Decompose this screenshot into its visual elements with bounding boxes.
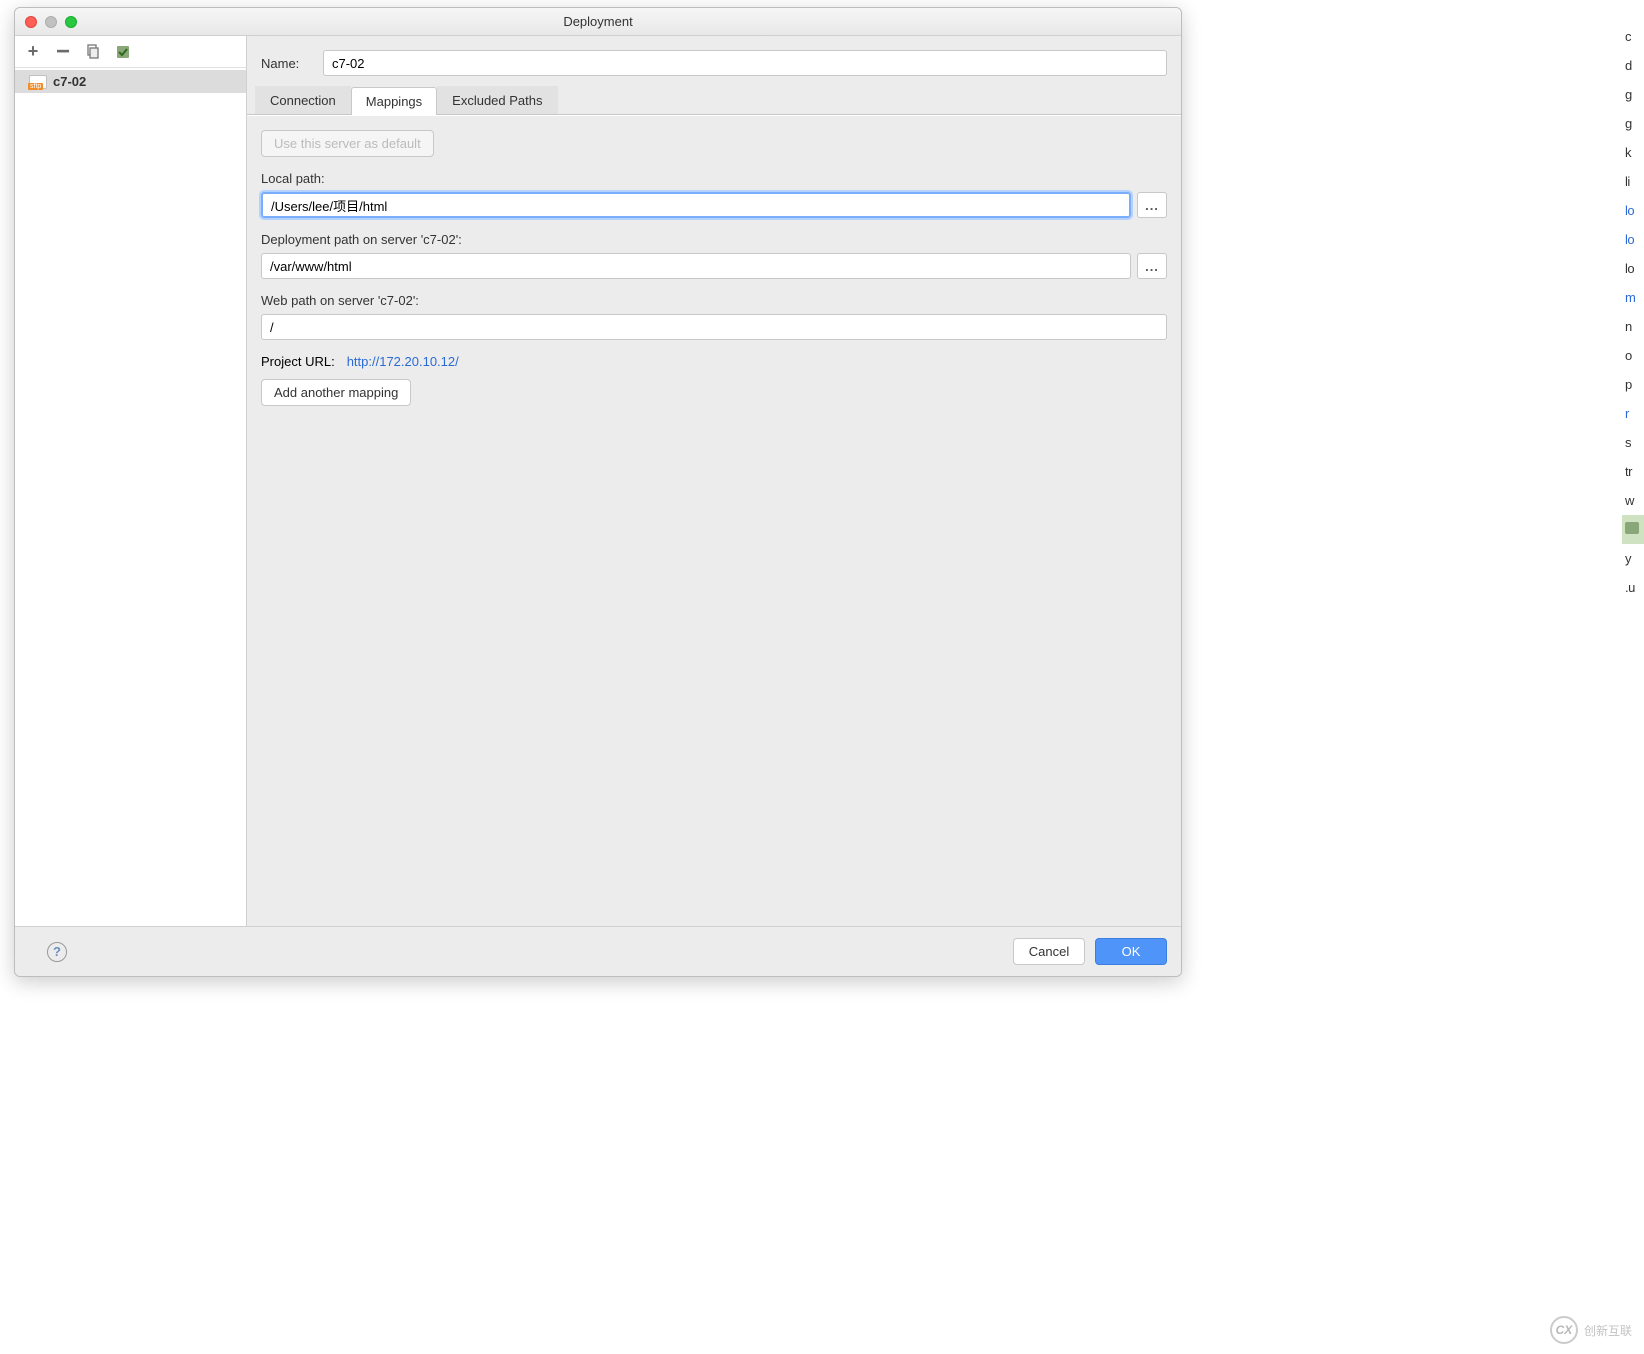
tab-excluded-paths[interactable]: Excluded Paths: [437, 86, 557, 114]
sidebar: + − c7-02: [15, 36, 247, 926]
sftp-icon: [29, 75, 47, 89]
tab-mappings[interactable]: Mappings: [351, 87, 437, 115]
browse-deployment-path-button[interactable]: ...: [1137, 253, 1167, 279]
project-url-link[interactable]: http://172.20.10.12/: [347, 354, 459, 369]
browse-local-path-button[interactable]: ...: [1137, 192, 1167, 218]
deployment-path-input[interactable]: [261, 253, 1131, 279]
local-path-input[interactable]: [261, 192, 1131, 218]
window-title: Deployment: [563, 14, 632, 29]
main-panel: Name: Connection Mappings Excluded Paths…: [247, 36, 1181, 926]
web-path-label: Web path on server 'c7-02':: [261, 293, 1167, 308]
server-label: c7-02: [53, 74, 86, 89]
ok-button[interactable]: OK: [1095, 938, 1167, 965]
dialog-footer: ? Cancel OK: [15, 926, 1181, 976]
remove-server-icon[interactable]: −: [55, 44, 71, 60]
web-path-input[interactable]: [261, 314, 1167, 340]
help-button[interactable]: ?: [47, 942, 67, 962]
minimize-icon: [45, 16, 57, 28]
server-list: c7-02: [15, 68, 246, 926]
sidebar-toolbar: + −: [15, 36, 246, 68]
titlebar[interactable]: Deployment: [15, 8, 1181, 36]
deployment-dialog: Deployment + − c7-02: [14, 7, 1182, 977]
name-label: Name:: [261, 56, 313, 71]
project-url-label: Project URL:: [261, 354, 335, 369]
server-item-c7-02[interactable]: c7-02: [15, 70, 246, 93]
validate-icon[interactable]: [115, 44, 131, 60]
tab-body-mappings: Use this server as default Local path: .…: [247, 115, 1181, 926]
use-as-default-button: Use this server as default: [261, 130, 434, 157]
tabs: Connection Mappings Excluded Paths: [247, 86, 1181, 115]
cancel-button[interactable]: Cancel: [1013, 938, 1085, 965]
traffic-lights: [25, 16, 77, 28]
background-tree: cdggkli lololom noprstr w y.u: [1622, 22, 1644, 602]
add-server-icon[interactable]: +: [25, 44, 41, 60]
local-path-label: Local path:: [261, 171, 1167, 186]
tab-connection[interactable]: Connection: [255, 86, 351, 114]
close-icon[interactable]: [25, 16, 37, 28]
deployment-path-label: Deployment path on server 'c7-02':: [261, 232, 1167, 247]
watermark: CX 创新互联: [1550, 1316, 1632, 1344]
name-input[interactable]: [323, 50, 1167, 76]
copy-icon[interactable]: [85, 44, 101, 60]
zoom-icon[interactable]: [65, 16, 77, 28]
add-mapping-button[interactable]: Add another mapping: [261, 379, 411, 406]
